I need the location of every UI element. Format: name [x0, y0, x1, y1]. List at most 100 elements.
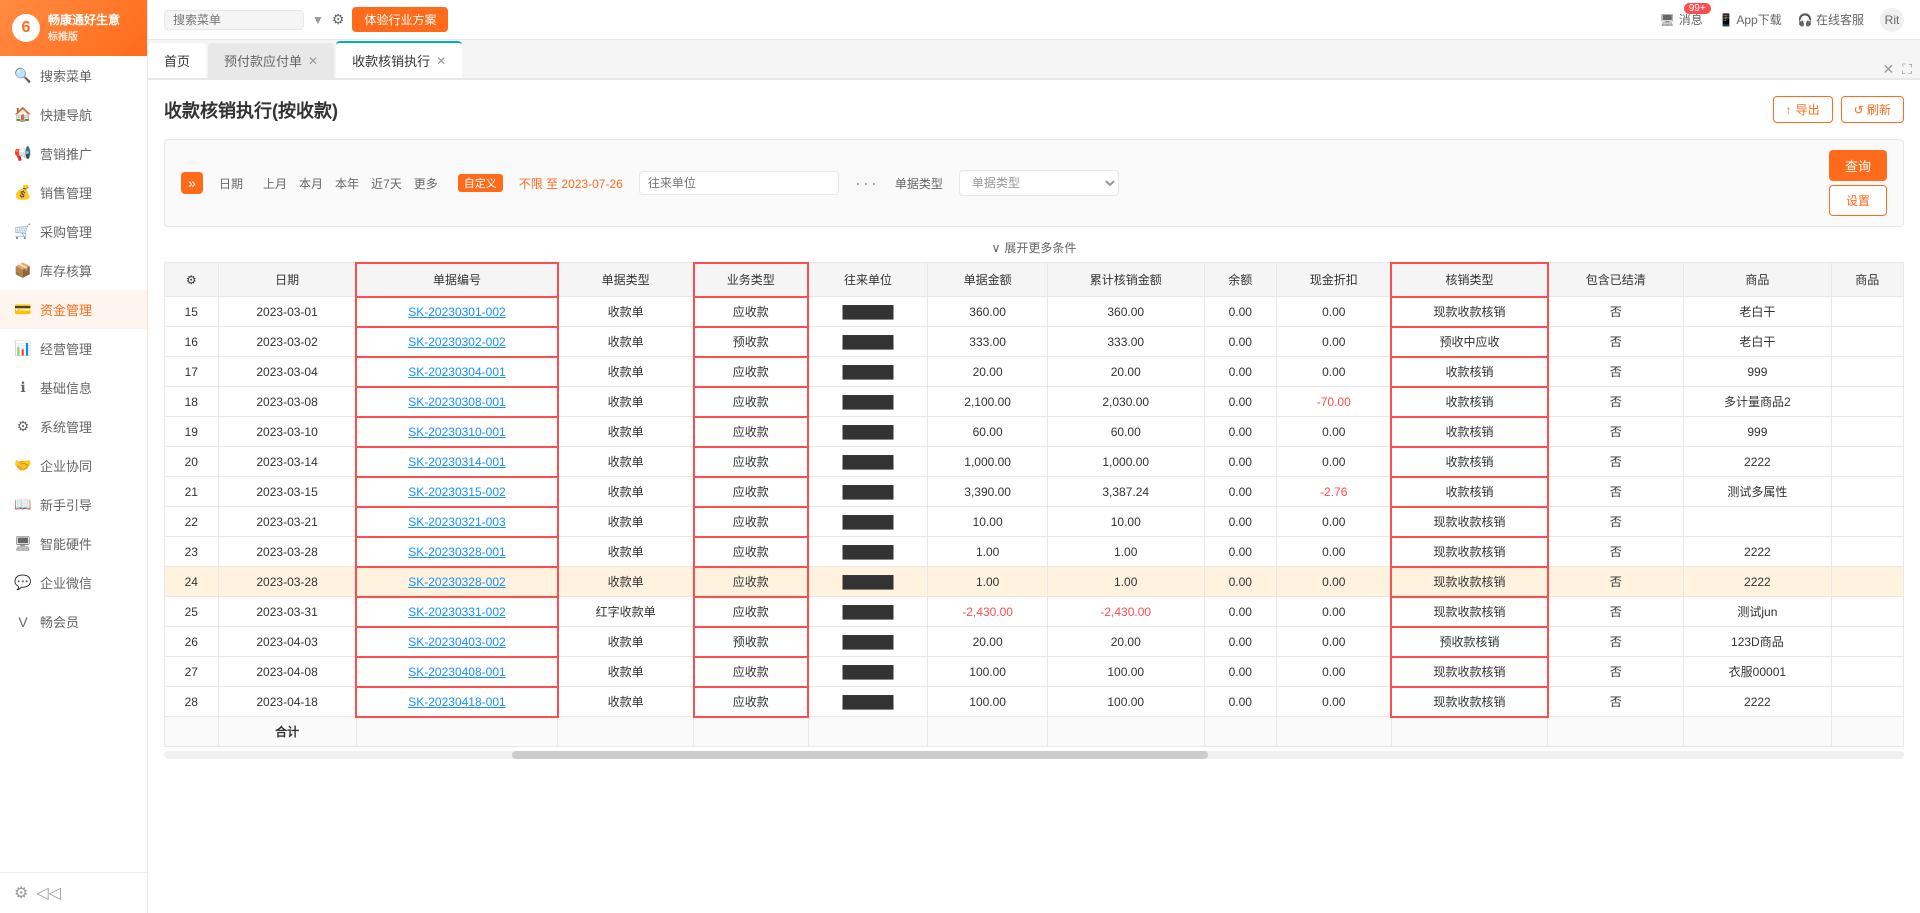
- cell-product: 老白干: [1684, 297, 1831, 327]
- cell-bill_no[interactable]: SK-20230314-001: [356, 447, 558, 477]
- cell-cash_discount: 0.00: [1276, 567, 1391, 597]
- col-header-include_settled: 包含已结清: [1548, 263, 1684, 297]
- filter-expand-button[interactable]: »: [181, 172, 203, 194]
- cell-bill_no[interactable]: SK-20230328-001: [356, 537, 558, 567]
- cell-partner: ██████: [808, 357, 928, 387]
- tab-label: 收款核销执行: [352, 51, 430, 70]
- sidebar-item-member[interactable]: V 畅会员: [0, 602, 147, 641]
- cell-bill_no[interactable]: SK-20230328-002: [356, 567, 558, 597]
- tab-0[interactable]: 首页: [148, 43, 206, 78]
- query-button[interactable]: 查询: [1829, 150, 1887, 181]
- cell-cash_discount: 0.00: [1276, 507, 1391, 537]
- setting-button[interactable]: 设置: [1829, 185, 1887, 216]
- cell-bill_type: 收款单: [558, 477, 694, 507]
- sidebar-item-operations[interactable]: 📊经营管理: [0, 329, 147, 368]
- date-btn-1[interactable]: 本月: [295, 173, 327, 194]
- sidebar-item-guide[interactable]: 📖新手引导: [0, 485, 147, 524]
- cell-bill_no[interactable]: SK-20230304-001: [356, 357, 558, 387]
- sidebar-item-wechat[interactable]: 💬企业微信: [0, 563, 147, 602]
- collapse-icon[interactable]: ◁◁: [36, 883, 61, 903]
- tab-1[interactable]: 预付款应付单✕: [208, 43, 334, 78]
- table-row: 272023-04-08SK-20230408-001收款单应收款██████1…: [165, 657, 1904, 687]
- total-cell-biz_type: [694, 717, 809, 747]
- cell-include_settled: 否: [1548, 627, 1684, 657]
- cell-biz_type: 应收款: [694, 597, 809, 627]
- cell-include_settled: 否: [1548, 507, 1684, 537]
- date-btn-0[interactable]: 上月: [259, 173, 291, 194]
- col-header-bill_no: 单据编号: [356, 263, 558, 297]
- cell-bill_no[interactable]: SK-20230403-002: [356, 627, 558, 657]
- sidebar-item-finance[interactable]: 💳资金管理: [0, 290, 147, 329]
- cell-bill_type: 收款单: [558, 537, 694, 567]
- refresh-button[interactable]: ↺ 刷新: [1841, 96, 1904, 123]
- cell-product: 2222: [1684, 567, 1831, 597]
- sidebar-item-quick-nav[interactable]: 🏠快捷导航: [0, 95, 147, 134]
- cell-balance: 0.00: [1204, 297, 1276, 327]
- topbar-right: 🖥 消息 99+ 📱 App下载 🎧 在线客服 Rit: [1659, 8, 1904, 32]
- topbar-search-input[interactable]: [164, 10, 304, 30]
- sidebar-item-system[interactable]: ⚙系统管理: [0, 407, 147, 446]
- member-icon: V: [14, 613, 32, 631]
- online-service-link[interactable]: 🎧 在线客服: [1798, 11, 1864, 28]
- partner-input[interactable]: [639, 171, 839, 195]
- solution-button[interactable]: 体验行业方案: [352, 7, 448, 32]
- total-cell-bill_no: [356, 717, 558, 747]
- cell-cash_discount: 0.00: [1276, 687, 1391, 717]
- sidebar-item-corp[interactable]: 🤝企业协同: [0, 446, 147, 485]
- tabs-close-icon[interactable]: ✕: [1882, 61, 1894, 78]
- date-btn-4[interactable]: 更多: [410, 173, 442, 194]
- sidebar-item-label: 系统管理: [40, 417, 92, 436]
- sidebar-item-sales[interactable]: 💰销售管理: [0, 173, 147, 212]
- topbar-gear-icon[interactable]: ⚙: [332, 11, 345, 28]
- cell-bill_no[interactable]: SK-20230418-001: [356, 687, 558, 717]
- app-download-link[interactable]: 📱 App下载: [1719, 11, 1782, 28]
- cell-balance: 0.00: [1204, 597, 1276, 627]
- cell-product: 999: [1684, 357, 1831, 387]
- date-btn-3[interactable]: 近7天: [367, 173, 406, 194]
- tab-close-icon[interactable]: ✕: [308, 54, 318, 68]
- sidebar-item-inventory[interactable]: 📦库存核算: [0, 251, 147, 290]
- table-scrollbar-thumb[interactable]: [512, 751, 1208, 759]
- sidebar-item-hardware[interactable]: 🖥智能硬件: [0, 524, 147, 563]
- filter-more-dots[interactable]: ···: [855, 173, 879, 194]
- tab-close-icon[interactable]: ✕: [436, 54, 446, 68]
- cell-bill_no[interactable]: SK-20230315-002: [356, 477, 558, 507]
- sidebar-item-basics[interactable]: ℹ基础信息: [0, 368, 147, 407]
- table-row: 182023-03-08SK-20230308-001收款单应收款██████2…: [165, 387, 1904, 417]
- cell-bill_no[interactable]: SK-20230308-001: [356, 387, 558, 417]
- cell-bill_no[interactable]: SK-20230321-003: [356, 507, 558, 537]
- expand-more-row: ∨ 展开更多条件: [164, 239, 1904, 256]
- messages-count: 99+: [1684, 3, 1711, 14]
- cell-cancel_type: 现款收款核销: [1391, 597, 1548, 627]
- tabs-expand-icon[interactable]: ⛶: [1902, 61, 1912, 78]
- cell-include_settled: 否: [1548, 297, 1684, 327]
- sidebar-item-search[interactable]: 🔍搜索菜单: [0, 56, 147, 95]
- tab-2[interactable]: 收款核销执行 ✕: [336, 41, 462, 78]
- sidebar-item-label: 快捷导航: [40, 105, 92, 124]
- messages-area[interactable]: 🖥 消息 99+: [1659, 11, 1702, 28]
- cell-bill_no[interactable]: SK-20230310-001: [356, 417, 558, 447]
- date-custom-label[interactable]: 自定义: [458, 174, 503, 192]
- cell-bill_no[interactable]: SK-20230302-002: [356, 327, 558, 357]
- cell-product2: [1831, 327, 1903, 357]
- cell-balance: 0.00: [1204, 567, 1276, 597]
- user-avatar[interactable]: Rit: [1880, 8, 1904, 32]
- cell-bill_no[interactable]: SK-20230408-001: [356, 657, 558, 687]
- cell-index: 21: [165, 477, 219, 507]
- cell-bill_no[interactable]: SK-20230331-002: [356, 597, 558, 627]
- cell-bill_amount: 1.00: [928, 537, 1047, 567]
- bill-type-select[interactable]: 单据类型: [959, 170, 1119, 196]
- table-scrollbar[interactable]: [164, 751, 1904, 759]
- export-button[interactable]: ↑ 导出: [1773, 96, 1833, 123]
- sidebar: 6 畅康通好生意 标推版 🔍搜索菜单🏠快捷导航📢营销推广💰销售管理🛒采购管理📦库…: [0, 0, 148, 913]
- cell-product: 多计量商品2: [1684, 387, 1831, 417]
- cell-bill_type: 收款单: [558, 657, 694, 687]
- cell-bill_no[interactable]: SK-20230301-002: [356, 297, 558, 327]
- sidebar-item-label: 畅会员: [40, 612, 79, 631]
- expand-more-button[interactable]: ∨ 展开更多条件: [992, 239, 1077, 256]
- sidebar-item-marketing[interactable]: 📢营销推广: [0, 134, 147, 173]
- date-btn-2[interactable]: 本年: [331, 173, 363, 194]
- gear-icon[interactable]: ⚙: [14, 883, 28, 903]
- sidebar-item-purchase[interactable]: 🛒采购管理: [0, 212, 147, 251]
- table-row: 202023-03-14SK-20230314-001收款单应收款██████1…: [165, 447, 1904, 477]
